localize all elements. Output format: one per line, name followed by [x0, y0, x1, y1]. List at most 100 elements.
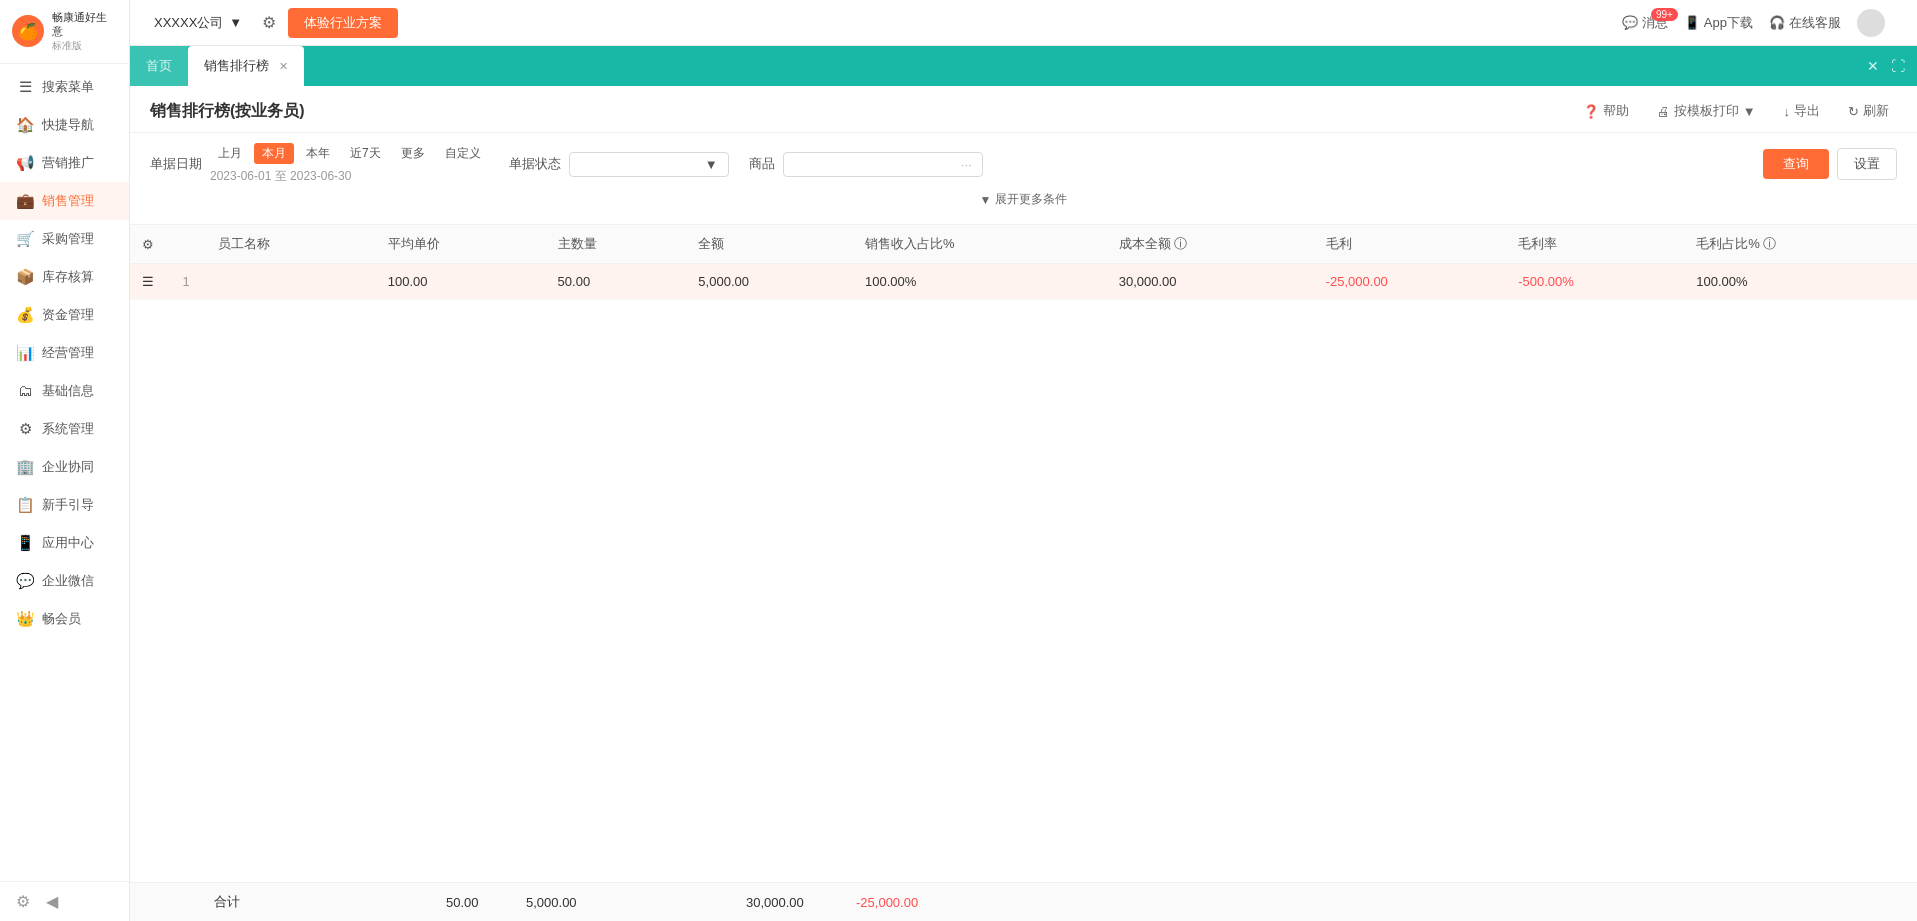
date-tab-prev[interactable]: 上月	[210, 143, 250, 164]
col-main-qty: 主数量	[546, 225, 687, 264]
tabbar-close-icon[interactable]: ✕	[1867, 58, 1879, 74]
sidebar-item-finance[interactable]: 💰资金管理	[0, 296, 129, 334]
filter-status: 单据状态 ▼	[509, 152, 729, 177]
tab-home-label: 首页	[146, 57, 172, 75]
row-main-qty: 50.00	[546, 264, 687, 300]
sidebar-item-inventory[interactable]: 📦库存核算	[0, 258, 129, 296]
sidebar-item-label-enterprise: 企业协同	[42, 458, 94, 476]
expand-label: 展开更多条件	[995, 191, 1067, 208]
topbar-gear-icon[interactable]: ⚙	[262, 13, 276, 32]
company-chevron-icon: ▼	[229, 15, 242, 30]
sidebar-item-wechat[interactable]: 💬企业微信	[0, 562, 129, 600]
sidebar-item-operation[interactable]: 📊经营管理	[0, 334, 129, 372]
sidebar-item-search[interactable]: ☰搜索菜单	[0, 68, 129, 106]
member-icon: 👑	[16, 610, 34, 628]
app-label: App下载	[1704, 14, 1753, 32]
date-tabs: 上月 本月 本年 近7天 更多 自定义	[210, 143, 489, 164]
goods-input[interactable]: ···	[783, 152, 983, 177]
col-gross-pct: 毛利占比% ⓘ	[1684, 225, 1917, 264]
sidebar-item-guide[interactable]: 📋新手引导	[0, 486, 129, 524]
date-tab-year[interactable]: 本年	[298, 143, 338, 164]
sidebar-settings-icon[interactable]: ⚙	[16, 892, 30, 911]
sidebar-item-label-inventory: 库存核算	[42, 268, 94, 286]
col-avg-price: 平均单价	[376, 225, 546, 264]
page-content: 销售排行榜(按业务员) ❓ 帮助 🖨 按模板打印 ▼ ↓ 导出	[130, 86, 1917, 921]
topbar-service-button[interactable]: 🎧 在线客服	[1769, 14, 1841, 32]
row-gross-pct: 100.00%	[1684, 264, 1917, 300]
app-center-icon: 📱	[16, 534, 34, 552]
date-tab-7days[interactable]: 近7天	[342, 143, 389, 164]
tabbar-restore-icon[interactable]: ⛶	[1891, 58, 1905, 74]
date-range: 2023-06-01 至 2023-06-30	[210, 168, 489, 185]
tab-close-icon[interactable]: ✕	[279, 60, 288, 73]
filter-date: 单据日期 上月 本月 本年 近7天 更多 自定义 2023-06-01 至 20…	[150, 143, 489, 185]
sales-rank-table: ⚙ 员工名称 平均单价 主数量 全额 销售收入占比% 成本全额 ⓘ 毛利 毛利率…	[130, 225, 1917, 300]
sidebar-item-label-operation: 经营管理	[42, 344, 94, 362]
sidebar-item-enterprise[interactable]: 🏢 企业协同	[0, 448, 129, 486]
col-sales-pct: 销售收入占比%	[853, 225, 1107, 264]
col-settings[interactable]: ⚙	[130, 225, 166, 264]
avatar[interactable]	[1857, 9, 1885, 37]
export-button[interactable]: ↓ 导出	[1776, 98, 1829, 124]
col-employee: 员工名称	[206, 225, 376, 264]
app-icon: 📱	[1684, 15, 1700, 30]
sidebar-item-quick-nav[interactable]: 🏠快捷导航	[0, 106, 129, 144]
sidebar-item-marketing[interactable]: 📢营销推广	[0, 144, 129, 182]
topbar-right: 💬 消息 99+ 📱 App下载 🎧 在线客服	[1622, 9, 1901, 37]
tab-sales-rank[interactable]: 销售排行榜 ✕	[188, 46, 304, 86]
export-icon: ↓	[1784, 104, 1791, 119]
topbar-app-button[interactable]: 📱 App下载	[1684, 14, 1753, 32]
sidebar-item-purchase[interactable]: 🛒采购管理	[0, 220, 129, 258]
search-icon: ☰	[16, 78, 34, 96]
status-label: 单据状态	[509, 155, 561, 173]
query-button[interactable]: 查询	[1763, 149, 1829, 179]
row-settings-icon[interactable]: ☰	[130, 264, 166, 300]
message-badge: 99+	[1651, 8, 1678, 21]
sales-icon: 💼	[16, 192, 34, 210]
status-select[interactable]: ▼	[569, 152, 729, 177]
sidebar-item-member[interactable]: 👑畅会员	[0, 600, 129, 638]
col-total: 全额	[686, 225, 853, 264]
table-footer: 合计 50.00 5,000.00 30,000.00 -25,000.00	[130, 882, 1917, 921]
sidebar-item-label-finance: 资金管理	[42, 306, 94, 324]
try-industry-button[interactable]: 体验行业方案	[288, 8, 398, 38]
filter-right: 查询 设置	[1763, 148, 1897, 180]
sidebar-item-label-quick-nav: 快捷导航	[42, 116, 94, 134]
enterprise-icon: 🏢	[16, 458, 34, 476]
help-button[interactable]: ❓ 帮助	[1575, 98, 1637, 124]
date-tab-custom[interactable]: 自定义	[437, 143, 489, 164]
page-title: 销售排行榜(按业务员)	[150, 101, 305, 122]
expand-conditions-button[interactable]: ▼ 展开更多条件	[150, 185, 1897, 214]
row-employee	[206, 264, 376, 300]
company-name: XXXXX公司	[154, 14, 223, 32]
sidebar-collapse-icon[interactable]: ◀	[46, 892, 58, 911]
col-rank	[166, 225, 206, 264]
goods-label: 商品	[749, 155, 775, 173]
row-avg-price: 100.00	[376, 264, 546, 300]
refresh-button[interactable]: ↻ 刷新	[1840, 98, 1897, 124]
service-label: 在线客服	[1789, 14, 1841, 32]
row-gross: -25,000.00	[1314, 264, 1507, 300]
row-rank: 1	[166, 264, 206, 300]
row-sales-pct: 100.00%	[853, 264, 1107, 300]
print-button[interactable]: 🖨 按模板打印 ▼	[1649, 98, 1764, 124]
sidebar-item-system[interactable]: ⚙系统管理	[0, 410, 129, 448]
sidebar-item-app-center[interactable]: 📱应用中心	[0, 524, 129, 562]
sidebar-item-label-purchase: 采购管理	[42, 230, 94, 248]
sidebar-item-label-guide: 新手引导	[42, 496, 94, 514]
sidebar-item-sales[interactable]: 💼销售管理	[0, 182, 129, 220]
tabbar-right: ✕ ⛶	[1855, 58, 1917, 74]
expand-icon: ▼	[980, 193, 992, 207]
page-actions: ❓ 帮助 🖨 按模板打印 ▼ ↓ 导出 ↻ 刷新	[1575, 98, 1897, 124]
date-tab-more[interactable]: 更多	[393, 143, 433, 164]
topbar-message-button[interactable]: 💬 消息 99+	[1622, 14, 1668, 32]
sidebar-item-base-info[interactable]: 🗂基础信息	[0, 372, 129, 410]
filter-settings-button[interactable]: 设置	[1837, 148, 1897, 180]
print-label: 按模板打印	[1674, 102, 1739, 120]
logo-name: 畅康通好生意	[52, 10, 117, 39]
tab-home[interactable]: 首页	[130, 46, 188, 86]
logo-sub: 标准版	[52, 39, 117, 53]
date-tab-cur[interactable]: 本月	[254, 143, 294, 164]
sidebar-item-label-base-info: 基础信息	[42, 382, 94, 400]
company-selector[interactable]: XXXXX公司 ▼	[146, 10, 250, 36]
